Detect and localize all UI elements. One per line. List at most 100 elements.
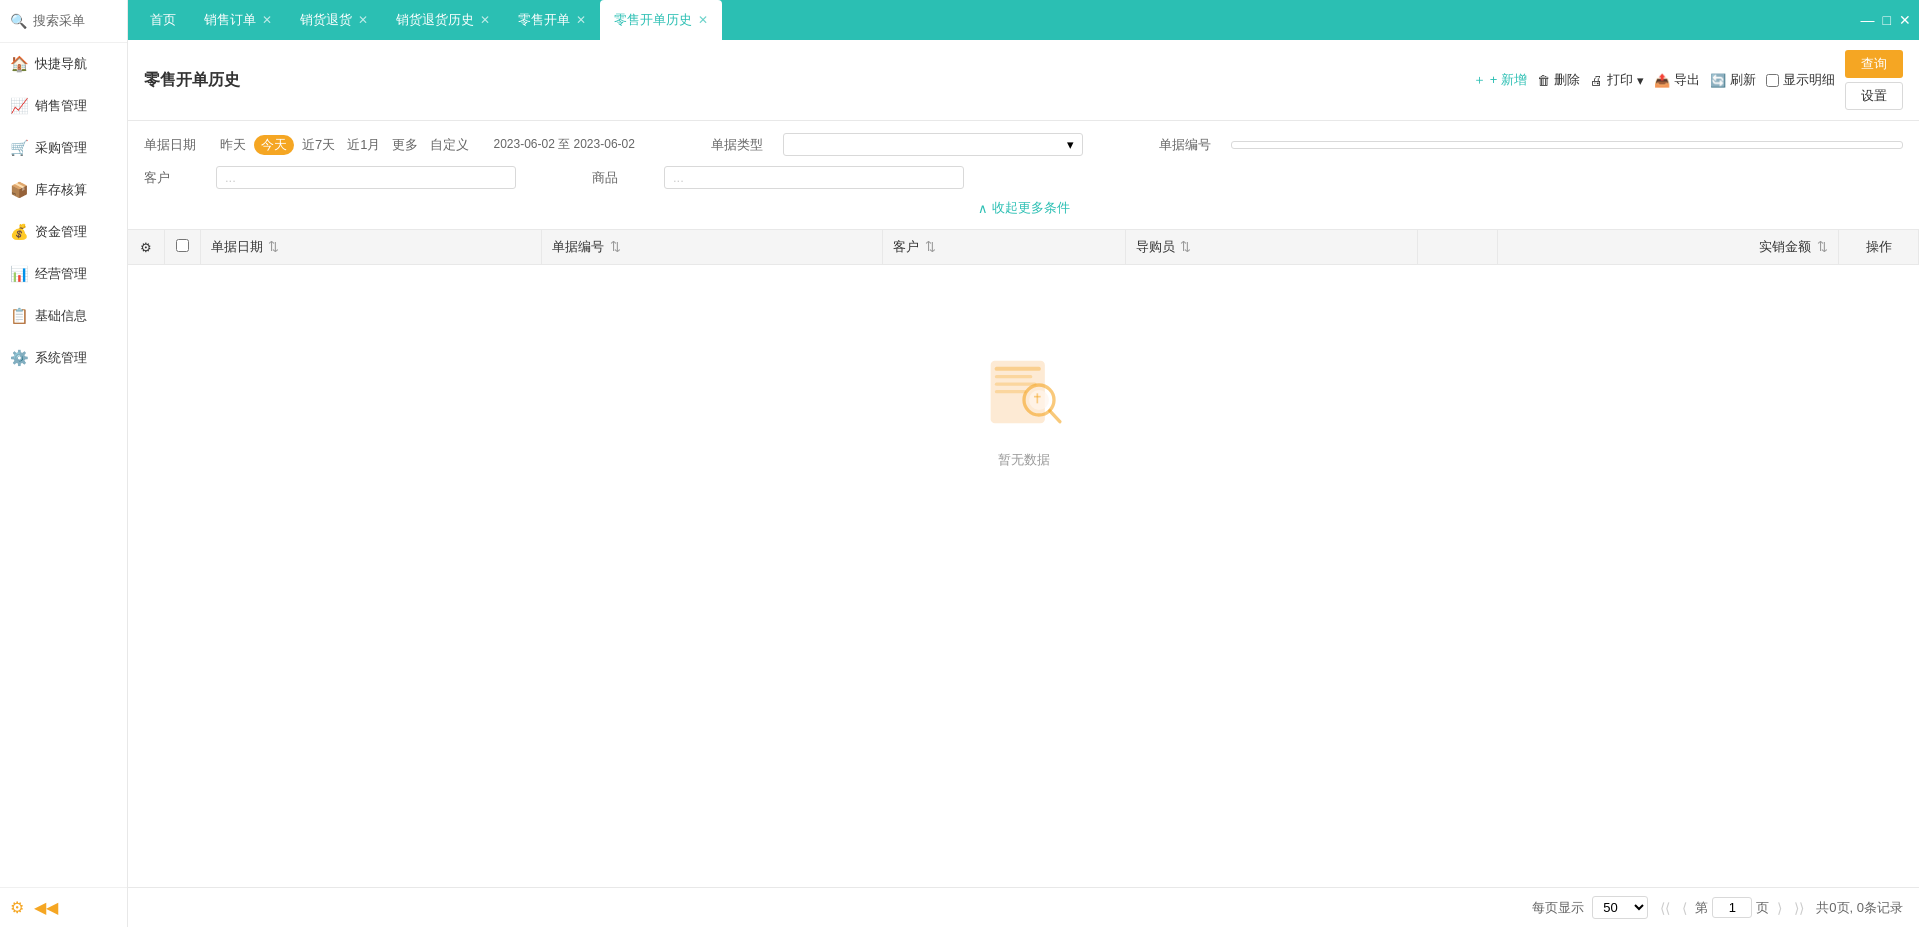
sort-amount-icon: ⇅ bbox=[1817, 239, 1828, 254]
tab-sales-return-history[interactable]: 销货退货历史 ✕ bbox=[382, 0, 504, 40]
sidebar-item-label: 资金管理 bbox=[35, 223, 87, 241]
inventory-icon: 📦 bbox=[10, 181, 29, 199]
query-button[interactable]: 查询 bbox=[1845, 50, 1903, 78]
svg-point-6 bbox=[1029, 390, 1049, 410]
maximize-button[interactable]: □ bbox=[1883, 12, 1891, 28]
first-page-button[interactable]: ⟨⟨ bbox=[1656, 898, 1674, 918]
more-btn[interactable]: 更多 bbox=[388, 135, 422, 155]
tab-sales-return-close[interactable]: ✕ bbox=[358, 13, 368, 27]
sidebar-gear-button[interactable]: ⚙ bbox=[10, 898, 24, 917]
empty-state: 暂无数据 bbox=[128, 265, 1919, 549]
sidebar-item-label: 系统管理 bbox=[35, 349, 87, 367]
sidebar-item-label: 快捷导航 bbox=[35, 55, 87, 73]
product-input[interactable]: ... bbox=[664, 166, 964, 189]
next-page-button[interactable]: ⟩ bbox=[1773, 898, 1786, 918]
th-amount[interactable]: 实销金额 ⇅ bbox=[1497, 230, 1838, 265]
sidebar-item-basic-info[interactable]: 📋 基础信息 bbox=[0, 295, 127, 337]
collapse-more-btn[interactable]: ∧ 收起更多条件 bbox=[144, 199, 1903, 217]
today-btn[interactable]: 今天 bbox=[254, 135, 294, 155]
tab-home[interactable]: 首页 bbox=[136, 0, 190, 40]
yesterday-btn[interactable]: 昨天 bbox=[216, 135, 250, 155]
sidebar-item-operations[interactable]: 📊 经营管理 bbox=[0, 253, 127, 295]
date-shortcuts: 昨天 今天 近7天 近1月 更多 自定义 bbox=[216, 135, 473, 155]
sidebar-item-purchase-mgmt[interactable]: 🛒 采购管理 bbox=[0, 127, 127, 169]
tab-sales-order[interactable]: 销售订单 ✕ bbox=[190, 0, 286, 40]
export-icon: 📤 bbox=[1654, 73, 1670, 88]
select-all-checkbox[interactable] bbox=[176, 239, 189, 252]
sort-customer-icon: ⇅ bbox=[925, 239, 936, 254]
page-title: 零售开单历史 bbox=[144, 70, 240, 91]
filter-row-1: 单据日期 昨天 今天 近7天 近1月 更多 自定义 2023-06-02 至 2… bbox=[144, 133, 1903, 156]
sidebar-item-label: 采购管理 bbox=[35, 139, 87, 157]
sidebar: 🔍 搜索采单 🏠 快捷导航 📈 销售管理 🛒 采购管理 📦 库存核算 💰 资金管… bbox=[0, 0, 128, 927]
settings-button[interactable]: 设置 bbox=[1845, 82, 1903, 110]
custom-btn[interactable]: 自定义 bbox=[426, 135, 473, 155]
tab-sales-return[interactable]: 销货退货 ✕ bbox=[286, 0, 382, 40]
delete-icon: 🗑 bbox=[1537, 73, 1550, 88]
sidebar-item-sales-mgmt[interactable]: 📈 销售管理 bbox=[0, 85, 127, 127]
close-button[interactable]: ✕ bbox=[1899, 12, 1911, 28]
add-button[interactable]: ＋ + 新增 bbox=[1473, 71, 1527, 89]
tab-retail-open[interactable]: 零售开单 ✕ bbox=[504, 0, 600, 40]
pagination-nav: ⟨⟨ ⟨ 第 页 ⟩ ⟩⟩ bbox=[1656, 897, 1808, 918]
th-no[interactable]: 单据编号 ⇅ bbox=[541, 230, 882, 265]
prev-page-button[interactable]: ⟨ bbox=[1678, 898, 1691, 918]
order-type-dropdown-icon: ▾ bbox=[1067, 137, 1074, 152]
th-customer[interactable]: 客户 ⇅ bbox=[883, 230, 1125, 265]
data-table: ⚙ 单据日期 ⇅ 单据编号 ⇅ 客户 ⇅ bbox=[128, 230, 1919, 265]
th-salesperson-label: 导购员 bbox=[1136, 239, 1175, 254]
page-label-before: 第 bbox=[1695, 899, 1708, 917]
th-salesperson[interactable]: 导购员 ⇅ bbox=[1125, 230, 1417, 265]
th-spacer bbox=[1417, 230, 1497, 265]
basic-info-icon: 📋 bbox=[10, 307, 29, 325]
filter-row-2: 客户 ... 商品 ... bbox=[144, 166, 1903, 189]
display-detail-checkbox[interactable] bbox=[1766, 74, 1779, 87]
svg-rect-4 bbox=[994, 390, 1026, 393]
tab-retail-history[interactable]: 零售开单历史 ✕ bbox=[600, 0, 722, 40]
last7-btn[interactable]: 近7天 bbox=[298, 135, 339, 155]
th-no-label: 单据编号 bbox=[552, 239, 604, 254]
tab-retail-open-close[interactable]: ✕ bbox=[576, 13, 586, 27]
th-date[interactable]: 单据日期 ⇅ bbox=[200, 230, 541, 265]
sidebar-item-label: 基础信息 bbox=[35, 307, 87, 325]
sidebar-item-finance[interactable]: 💰 资金管理 bbox=[0, 211, 127, 253]
sidebar-collapse-button[interactable]: ◀◀ bbox=[34, 898, 58, 917]
sidebar-item-label: 库存核算 bbox=[35, 181, 87, 199]
svg-rect-2 bbox=[994, 375, 1032, 378]
tab-sales-order-close[interactable]: ✕ bbox=[262, 13, 272, 27]
export-button[interactable]: 📤 导出 bbox=[1654, 71, 1700, 89]
sort-salesperson-icon: ⇅ bbox=[1180, 239, 1191, 254]
per-page-select[interactable]: 50 10 20 100 bbox=[1592, 896, 1648, 919]
minimize-button[interactable]: — bbox=[1861, 12, 1875, 28]
page-number-input[interactable] bbox=[1712, 897, 1752, 918]
tab-sales-return-history-close[interactable]: ✕ bbox=[480, 13, 490, 27]
window-controls: — □ ✕ bbox=[1861, 12, 1911, 28]
system-icon: ⚙️ bbox=[10, 349, 29, 367]
page-header: 零售开单历史 ＋ + 新增 🗑 删除 🖨 打印 ▾ 📤 导出 bbox=[128, 40, 1919, 121]
sidebar-search-label: 搜索采单 bbox=[33, 12, 85, 30]
order-no-input[interactable] bbox=[1231, 141, 1903, 149]
last-month-btn[interactable]: 近1月 bbox=[343, 135, 384, 155]
product-placeholder: ... bbox=[673, 170, 684, 185]
delete-button[interactable]: 🗑 删除 bbox=[1537, 71, 1580, 89]
pagination-bar: 每页显示 50 10 20 100 ⟨⟨ ⟨ 第 页 ⟩ ⟩⟩ 共0页, 0条记… bbox=[128, 887, 1919, 927]
refresh-button[interactable]: 🔄 刷新 bbox=[1710, 71, 1756, 89]
th-date-label: 单据日期 bbox=[211, 239, 263, 254]
last-page-button[interactable]: ⟩⟩ bbox=[1790, 898, 1808, 918]
display-detail-checkbox-label[interactable]: 显示明细 bbox=[1766, 71, 1835, 89]
th-settings[interactable]: ⚙ bbox=[128, 230, 164, 265]
refresh-icon: 🔄 bbox=[1710, 73, 1726, 88]
tab-retail-history-close[interactable]: ✕ bbox=[698, 13, 708, 27]
home-icon: 🏠 bbox=[10, 55, 29, 73]
order-type-select[interactable]: ▾ bbox=[783, 133, 1083, 156]
empty-text: 暂无数据 bbox=[998, 451, 1050, 469]
sidebar-item-inventory[interactable]: 📦 库存核算 bbox=[0, 169, 127, 211]
tab-bar: 首页 销售订单 ✕ 销货退货 ✕ 销货退货历史 ✕ 零售开单 ✕ 零售开单历史 … bbox=[128, 0, 1919, 40]
sidebar-item-system[interactable]: ⚙️ 系统管理 bbox=[0, 337, 127, 379]
th-checkbox[interactable] bbox=[164, 230, 200, 265]
svg-line-7 bbox=[1049, 411, 1059, 422]
sidebar-item-quick-nav[interactable]: 🏠 快捷导航 bbox=[0, 43, 127, 85]
sidebar-search[interactable]: 🔍 搜索采单 bbox=[0, 0, 127, 43]
customer-input[interactable]: ... bbox=[216, 166, 516, 189]
print-button[interactable]: 🖨 打印 ▾ bbox=[1590, 71, 1644, 89]
